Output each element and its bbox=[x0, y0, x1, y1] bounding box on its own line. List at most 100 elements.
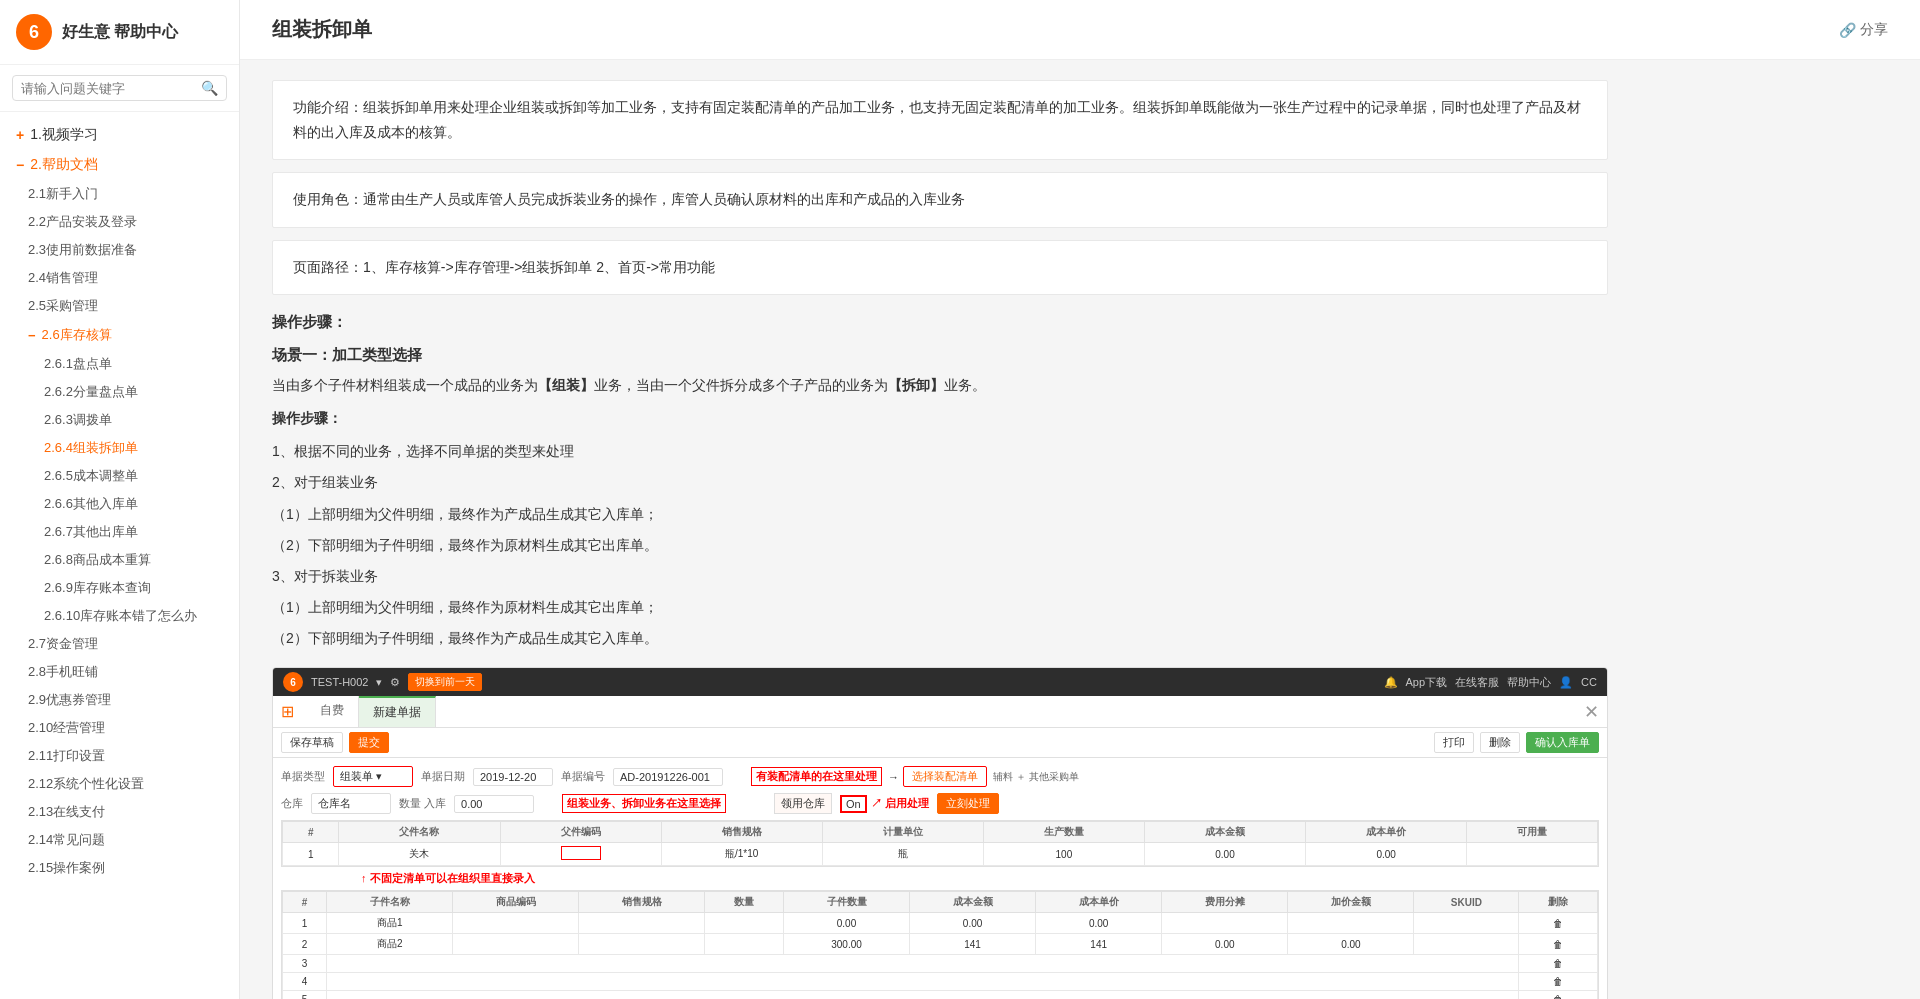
sidebar-item-cost[interactable]: 2.6.5成本调整单 bbox=[44, 462, 239, 490]
sidebar-item-video[interactable]: + 1.视频学习 bbox=[0, 120, 239, 150]
mock-cell-parent-name: 关木 bbox=[339, 843, 500, 866]
mock-enable-label: 领用仓库 bbox=[781, 797, 825, 809]
mock-annotation3-area: 组装业务、拆卸业务在这里选择 bbox=[562, 794, 726, 813]
mock-tab-new[interactable]: 新建单据 bbox=[359, 696, 436, 727]
mock-brow5-del[interactable]: 🗑 bbox=[1519, 991, 1598, 999]
sidebar-item-stockledger[interactable]: 2.6.9库存账本查询 bbox=[44, 574, 239, 602]
sidebar-item-docs[interactable]: − 2.帮助文档 bbox=[0, 150, 239, 180]
sub-nav-docs: 2.1新手入门 2.2产品安装及登录 2.3使用前数据准备 2.4销售管理 2.… bbox=[0, 180, 239, 882]
mock-topbar: 6 TEST-H002 ▾ ⚙ 切换到前一天 🔔 App下载 在线客服 帮助中心… bbox=[273, 668, 1607, 696]
mock-bcol-num: # bbox=[283, 892, 327, 913]
sidebar-item-install[interactable]: 2.2产品安装及登录 bbox=[28, 208, 239, 236]
mock-brow1-cost: 0.00 bbox=[910, 913, 1036, 934]
sidebar-item-custom[interactable]: 2.12系统个性化设置 bbox=[28, 770, 239, 798]
sidebar-item-finance[interactable]: 2.7资金管理 bbox=[28, 630, 239, 658]
mock-brow2-sku bbox=[1414, 934, 1519, 955]
sidebar-item-purchase[interactable]: 2.5采购管理 bbox=[28, 292, 239, 320]
sidebar-item-transfer[interactable]: 2.6.3调拨单 bbox=[44, 406, 239, 434]
mock-warehouse-input[interactable]: 仓库名 bbox=[311, 793, 391, 814]
mock-top-row-1: 1 关木 瓶/1*10 瓶 100 0.00 0.00 bbox=[283, 843, 1598, 866]
sidebar-item-data[interactable]: 2.3使用前数据准备 bbox=[28, 236, 239, 264]
sidebar-item-ops[interactable]: 2.10经营管理 bbox=[28, 714, 239, 742]
mock-brow2-cost: 141 bbox=[910, 934, 1036, 955]
mock-enable-input[interactable]: 领用仓库 bbox=[774, 793, 832, 814]
minus-icon-inventory: − bbox=[28, 328, 36, 343]
sidebar-item-coupon[interactable]: 2.9优惠券管理 bbox=[28, 686, 239, 714]
mock-date-input[interactable]: 2019-12-20 bbox=[473, 768, 553, 786]
mock-qty-input[interactable]: 0.00 bbox=[454, 795, 534, 813]
sidebar-item-print[interactable]: 2.11打印设置 bbox=[28, 742, 239, 770]
mock-warehouse-label: 仓库 bbox=[281, 796, 303, 811]
mock-save-btn[interactable]: 保存草稿 bbox=[281, 732, 343, 753]
intro-text: 功能介绍：组装拆卸单用来处理企业组装或拆卸等加工业务，支持有固定装配清单的产品加… bbox=[293, 99, 1581, 140]
sidebar-item-cases[interactable]: 2.15操作案例 bbox=[28, 854, 239, 882]
mock-username: CC bbox=[1581, 676, 1597, 688]
sidebar-item-stocktake[interactable]: 2.6.1盘点单 bbox=[44, 350, 239, 378]
sidebar-item-inventory[interactable]: − 2.6库存核算 bbox=[28, 320, 239, 350]
mock-tab-home[interactable]: 自费 bbox=[306, 696, 359, 727]
mock-brow2-subqty: 300.00 bbox=[783, 934, 909, 955]
mock-brow1-del[interactable]: 🗑 bbox=[1519, 913, 1598, 934]
mock-cell-avail bbox=[1467, 843, 1598, 866]
mock-service-link[interactable]: 在线客服 bbox=[1455, 675, 1499, 690]
sidebar-item-online[interactable]: 2.13在线支付 bbox=[28, 798, 239, 826]
mock-type-input[interactable]: 组装单 ▾ bbox=[333, 766, 413, 787]
sidebar-item-splitstock[interactable]: 2.6.2分量盘点单 bbox=[44, 378, 239, 406]
main-header: 组装拆卸单 🔗 分享 bbox=[240, 0, 1920, 60]
search-input[interactable] bbox=[21, 81, 201, 96]
sidebar-item-assembly[interactable]: 2.6.4组装拆卸单 bbox=[44, 434, 239, 462]
mock-brow4-del[interactable]: 🗑 bbox=[1519, 973, 1598, 991]
sidebar-item-otherin[interactable]: 2.6.6其他入库单 bbox=[44, 490, 239, 518]
mock-prev-day-btn[interactable]: 切换到前一天 bbox=[408, 673, 482, 691]
mock-col-qty: 生产数量 bbox=[983, 822, 1144, 843]
mock-no-input[interactable]: AD-20191226-001 bbox=[613, 768, 723, 786]
mock-brow2-spec bbox=[579, 934, 705, 955]
mock-delete-btn[interactable]: 删除 bbox=[1480, 732, 1520, 753]
sidebar-item-goodscost[interactable]: 2.6.8商品成本重算 bbox=[44, 546, 239, 574]
sidebar-item-stockerror[interactable]: 2.6.10库存账本错了怎么办 bbox=[44, 602, 239, 630]
mock-print-btn[interactable]: 打印 bbox=[1434, 732, 1474, 753]
mock-brow1-price: 0.00 bbox=[1036, 913, 1162, 934]
mock-bcol-cost-amt: 成本金额 bbox=[910, 892, 1036, 913]
sub-nav-inventory: 2.6.1盘点单 2.6.2分量盘点单 2.6.3调拨单 2.6.4组装拆卸单 … bbox=[28, 350, 239, 630]
mock-top-table-body: 1 关木 瓶/1*10 瓶 100 0.00 0.00 bbox=[283, 843, 1598, 866]
mock-match-btn[interactable]: 选择装配清单 bbox=[903, 766, 987, 787]
mock-brow4-num: 4 bbox=[283, 973, 327, 991]
sidebar-item-otherout[interactable]: 2.6.7其他出库单 bbox=[44, 518, 239, 546]
mock-confirm-btn[interactable]: 确认入库单 bbox=[1526, 732, 1599, 753]
mock-code-input-box[interactable] bbox=[561, 846, 601, 860]
mock-cell-cost-amt: 0.00 bbox=[1144, 843, 1305, 866]
mock-enable-box[interactable]: On bbox=[840, 795, 867, 813]
mock-bottom-row-4: 4 🗑 bbox=[283, 973, 1598, 991]
sidebar-item-new[interactable]: 2.1新手入门 bbox=[28, 180, 239, 208]
screenshot-container: 6 TEST-H002 ▾ ⚙ 切换到前一天 🔔 App下载 在线客服 帮助中心… bbox=[272, 667, 1608, 999]
mock-form-content: 单据类型 组装单 ▾ 单据日期 2019-12-20 单据编号 AD-20191… bbox=[273, 758, 1607, 999]
mock-apply-btn[interactable]: 立刻处理 bbox=[937, 793, 999, 814]
mock-brow2-del[interactable]: 🗑 bbox=[1519, 934, 1598, 955]
sidebar: 6 好生意 帮助中心 🔍 + 1.视频学习 − 2.帮助文档 2.1新手入门 2… bbox=[0, 0, 240, 999]
logo-text: 好生意 帮助中心 bbox=[62, 22, 178, 43]
share-icon: 🔗 bbox=[1839, 22, 1856, 38]
mock-app-link[interactable]: App下载 bbox=[1406, 675, 1448, 690]
sidebar-item-sales[interactable]: 2.4销售管理 bbox=[28, 264, 239, 292]
content-area: 功能介绍：组装拆卸单用来处理企业组装或拆卸等加工业务，支持有固定装配清单的产品加… bbox=[240, 60, 1640, 999]
mock-col-cost-price: 成本单价 bbox=[1306, 822, 1467, 843]
mock-home-icon[interactable]: ⊞ bbox=[281, 702, 294, 721]
mock-close-icon[interactable]: ✕ bbox=[1584, 701, 1599, 723]
mock-help-link[interactable]: 帮助中心 bbox=[1507, 675, 1551, 690]
sidebar-item-mobile[interactable]: 2.8手机旺铺 bbox=[28, 658, 239, 686]
mock-form-row1: 单据类型 组装单 ▾ 单据日期 2019-12-20 单据编号 AD-20191… bbox=[281, 766, 1599, 787]
mock-bcol-cost-price: 成本单价 bbox=[1036, 892, 1162, 913]
nav-list: + 1.视频学习 − 2.帮助文档 2.1新手入门 2.2产品安装及登录 2.3… bbox=[0, 112, 239, 999]
mock-brow2-num: 2 bbox=[283, 934, 327, 955]
share-button[interactable]: 🔗 分享 bbox=[1839, 21, 1888, 39]
sidebar-item-faq[interactable]: 2.14常见问题 bbox=[28, 826, 239, 854]
mock-company: TEST-H002 bbox=[311, 676, 368, 688]
mock-tab-bar: ⊞ 自费 新建单据 ✕ bbox=[273, 696, 1607, 728]
mock-top-table: # 父件名称 父件编码 销售规格 计量单位 生产数量 成本金额 成本单价 可用量 bbox=[282, 821, 1598, 866]
scenario1-desc: 当由多个子件材料组装成一个成品的业务为【组装】业务，当由一个父件拆分成多个子产品… bbox=[272, 373, 1608, 398]
mock-submit-btn[interactable]: 提交 bbox=[349, 732, 389, 753]
mock-bcol-unit-qty: 数量 bbox=[705, 892, 784, 913]
mock-brow3-del[interactable]: 🗑 bbox=[1519, 955, 1598, 973]
search-icon[interactable]: 🔍 bbox=[201, 80, 218, 96]
